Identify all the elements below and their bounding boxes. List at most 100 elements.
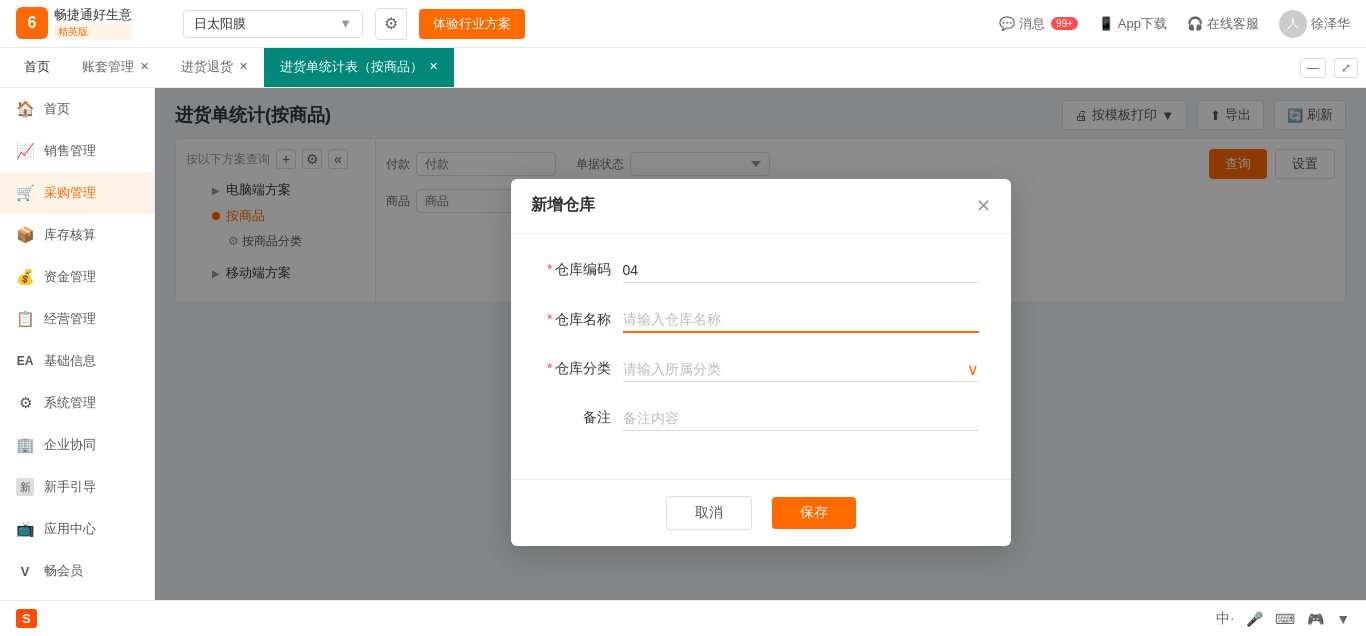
store-name: 日太阳膜: [194, 15, 246, 33]
bottom-logo: S: [16, 609, 37, 628]
gear-button[interactable]: ⚙: [375, 8, 407, 40]
apps-icon: 📺: [16, 520, 34, 538]
sidebar-item-home[interactable]: 🏠 首页: [0, 88, 154, 130]
notifications-btn[interactable]: 💬 消息 99+: [999, 15, 1078, 33]
app-badge: 精英版: [54, 24, 132, 40]
name-input[interactable]: [623, 307, 979, 333]
home-tab-label: 首页: [24, 58, 50, 76]
purchase-return-tab-close[interactable]: ✕: [239, 60, 248, 73]
remark-input[interactable]: [623, 406, 979, 431]
main-layout: 🏠 首页 📈 销售管理 🛒 采购管理 📦 库存核算 💰 资金管理 📋 经营管理 …: [0, 88, 1366, 636]
logo-text-group: 畅捷通好生意 精英版: [54, 7, 132, 40]
modal-title: 新增仓库: [531, 195, 595, 216]
form-item-code: 仓库编码: [543, 258, 979, 283]
bottom-icons: 中· 🎤 ⌨ 🎮 ▼: [1216, 610, 1350, 628]
modal-footer: 取消 保存: [511, 479, 1011, 546]
tab-home[interactable]: 首页: [8, 48, 66, 87]
username: 徐泽华: [1311, 15, 1350, 33]
tab-bar: 首页 账套管理 ✕ 进货退货 ✕ 进货单统计表（按商品） ✕ — ⤢: [0, 48, 1366, 88]
sidebar-item-member[interactable]: V 畅会员: [0, 550, 154, 592]
purchase-icon: 🛒: [16, 184, 34, 202]
sidebar-enterprise-label: 企业协同: [44, 436, 96, 454]
category-select[interactable]: 请输入所属分类: [623, 357, 979, 382]
sidebar-item-finance[interactable]: 💰 资金管理: [0, 256, 154, 298]
operations-icon: 📋: [16, 310, 34, 328]
purchase-return-tab-label: 进货退货: [181, 58, 233, 76]
code-input[interactable]: [623, 258, 979, 283]
sidebar-item-inventory[interactable]: 📦 库存核算: [0, 214, 154, 256]
sidebar-finance-label: 资金管理: [44, 268, 96, 286]
modal-body: 仓库编码 仓库名称 仓库分类 请输入所属分类: [511, 234, 1011, 479]
modal-header: 新增仓库 ✕: [511, 179, 1011, 234]
logo-area: 6 畅捷通好生意 精英版: [16, 7, 171, 40]
top-header: 6 畅捷通好生意 精英版 日太阳膜 ▼ ⚙ 体验行业方案 💬 消息 99+ 📱 …: [0, 0, 1366, 48]
store-dropdown-arrow: ▼: [339, 16, 352, 31]
account-tab-close[interactable]: ✕: [140, 60, 149, 73]
purchase-stats-tab-close[interactable]: ✕: [429, 60, 438, 73]
tab-maximize-btn[interactable]: ⤢: [1334, 58, 1358, 78]
user-menu[interactable]: 人 徐泽华: [1279, 10, 1350, 38]
sidebar-purchase-label: 采购管理: [44, 184, 96, 202]
app-download-icon: 📱: [1098, 16, 1114, 31]
add-warehouse-modal: 新增仓库 ✕ 仓库编码 仓库名称 仓库: [511, 179, 1011, 546]
notification-icon: 💬: [999, 16, 1015, 31]
sidebar-item-system[interactable]: ⚙ 系统管理: [0, 382, 154, 424]
form-item-category: 仓库分类 请输入所属分类 ∨: [543, 357, 979, 382]
headset-icon: 🎧: [1187, 16, 1203, 31]
purchase-stats-tab-label: 进货单统计表（按商品）: [280, 58, 423, 76]
sidebar-basic-info-label: 基础信息: [44, 352, 96, 370]
modal-close-btn[interactable]: ✕: [976, 195, 991, 217]
sidebar-item-purchase[interactable]: 🛒 采购管理: [0, 172, 154, 214]
member-icon: V: [16, 562, 34, 580]
sidebar-inventory-label: 库存核算: [44, 226, 96, 244]
bottom-bar: S 中· 🎤 ⌨ 🎮 ▼: [0, 600, 1366, 636]
save-btn[interactable]: 保存: [772, 497, 856, 529]
sidebar-operations-label: 经营管理: [44, 310, 96, 328]
category-label: 仓库分类: [543, 360, 623, 378]
tab-purchase-stats[interactable]: 进货单统计表（按商品） ✕: [264, 48, 454, 87]
tab-minimize-btn[interactable]: —: [1300, 58, 1326, 78]
sidebar-sales-label: 销售管理: [44, 142, 96, 160]
avatar: 人: [1279, 10, 1307, 38]
basic-info-icon: EA: [16, 352, 34, 370]
sidebar-item-apps[interactable]: 📺 应用中心: [0, 508, 154, 550]
cancel-btn[interactable]: 取消: [666, 496, 752, 530]
online-service-label: 在线客服: [1207, 15, 1259, 33]
inventory-icon: 📦: [16, 226, 34, 244]
sidebar-item-basic-info[interactable]: EA 基础信息: [0, 340, 154, 382]
app-name: 畅捷通好生意: [54, 7, 132, 24]
app-download-btn[interactable]: 📱 App下载: [1098, 15, 1167, 33]
controller-icon[interactable]: 🎮: [1307, 611, 1324, 627]
store-selector[interactable]: 日太阳膜 ▼: [183, 10, 363, 38]
notification-label: 消息: [1019, 15, 1045, 33]
enterprise-icon: 🏢: [16, 436, 34, 454]
form-item-remark: 备注: [543, 406, 979, 431]
sidebar-home-label: 首页: [44, 100, 70, 118]
microphone-icon[interactable]: 🎤: [1246, 611, 1263, 627]
system-icon: ⚙: [16, 394, 34, 412]
remark-label: 备注: [543, 409, 623, 427]
sidebar-apps-label: 应用中心: [44, 520, 96, 538]
online-service-btn[interactable]: 🎧 在线客服: [1187, 15, 1259, 33]
chevron-down-icon[interactable]: ▼: [1336, 611, 1350, 627]
account-tab-label: 账套管理: [82, 58, 134, 76]
chinese-input-icon[interactable]: 中·: [1216, 610, 1234, 628]
guide-icon: 新: [16, 478, 34, 496]
keyboard-icon[interactable]: ⌨: [1275, 611, 1295, 627]
sidebar-member-label: 畅会员: [44, 562, 83, 580]
tab-account[interactable]: 账套管理 ✕: [66, 48, 165, 87]
code-label: 仓库编码: [543, 261, 623, 279]
form-item-name: 仓库名称: [543, 307, 979, 333]
sidebar-item-guide[interactable]: 新 新手引导: [0, 466, 154, 508]
experience-btn[interactable]: 体验行业方案: [419, 9, 525, 39]
modal-overlay: 新增仓库 ✕ 仓库编码 仓库名称 仓库: [155, 88, 1366, 636]
content-area: 进货单统计(按商品) 🖨 按模板打印 ▼ ⬆ 导出 🔄 刷新: [155, 88, 1366, 636]
sales-icon: 📈: [16, 142, 34, 160]
sidebar-item-sales[interactable]: 📈 销售管理: [0, 130, 154, 172]
notification-badge: 99+: [1051, 17, 1078, 30]
app-logo-icon: 6: [16, 7, 48, 39]
sidebar-item-operations[interactable]: 📋 经营管理: [0, 298, 154, 340]
sidebar-item-enterprise[interactable]: 🏢 企业协同: [0, 424, 154, 466]
category-select-wrapper: 请输入所属分类 ∨: [623, 357, 979, 382]
tab-purchase-return[interactable]: 进货退货 ✕: [165, 48, 264, 87]
